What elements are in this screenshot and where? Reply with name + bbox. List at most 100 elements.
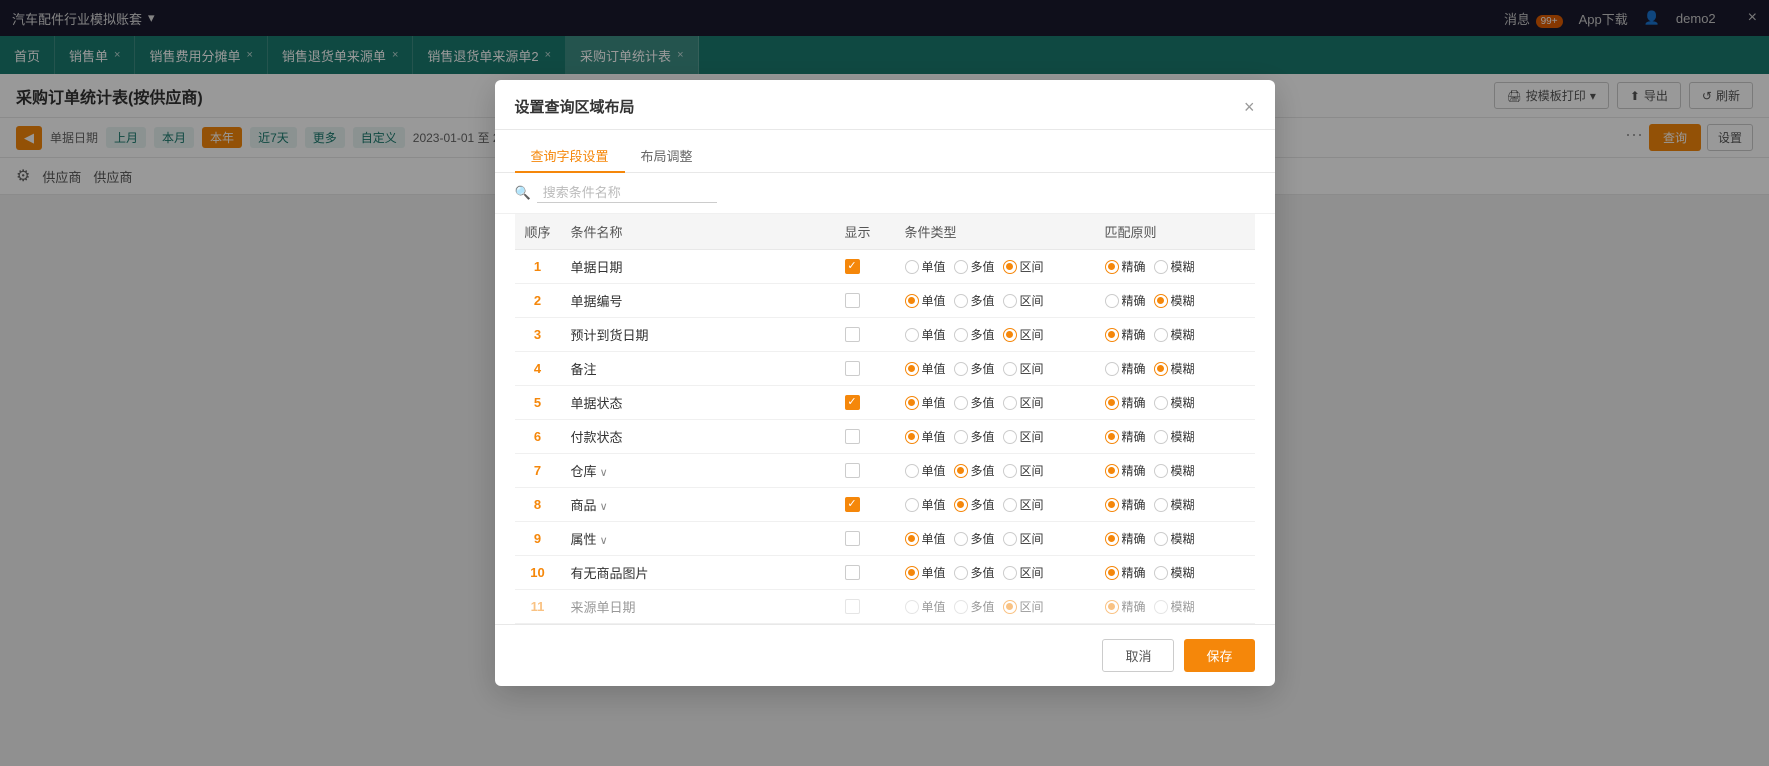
- radio-rule-模糊[interactable]: 模糊: [1154, 564, 1195, 581]
- checkbox[interactable]: [845, 565, 860, 580]
- dialog-tab-query-fields[interactable]: 查询字段设置: [515, 140, 625, 173]
- radio-label: 单值: [922, 292, 946, 309]
- row-display-checkbox[interactable]: [835, 522, 895, 556]
- row-type-radios: 单值多值区间: [895, 522, 1095, 556]
- radio-rule-精确[interactable]: 精确: [1105, 292, 1146, 309]
- radio-type-区间[interactable]: 区间: [1003, 360, 1044, 377]
- radio-circle: [1105, 260, 1119, 274]
- radio-type-单值[interactable]: 单值: [905, 360, 946, 377]
- radio-type-多值[interactable]: 多值: [954, 394, 995, 411]
- radio-type-区间[interactable]: 区间: [1003, 394, 1044, 411]
- radio-type-单值[interactable]: 单值: [905, 564, 946, 581]
- radio-type-多值[interactable]: 多值: [954, 598, 995, 615]
- radio-label: 区间: [1020, 292, 1044, 309]
- radio-type-区间[interactable]: 区间: [1003, 564, 1044, 581]
- radio-type-区间[interactable]: 区间: [1003, 530, 1044, 547]
- radio-rule-精确[interactable]: 精确: [1105, 428, 1146, 445]
- row-display-checkbox[interactable]: [835, 590, 895, 624]
- radio-rule-精确[interactable]: 精确: [1105, 598, 1146, 615]
- row-display-checkbox[interactable]: [835, 556, 895, 590]
- radio-circle: [1003, 498, 1017, 512]
- radio-type-单值[interactable]: 单值: [905, 258, 946, 275]
- row-display-checkbox[interactable]: [835, 386, 895, 420]
- checkbox[interactable]: [845, 395, 860, 410]
- radio-rule-模糊[interactable]: 模糊: [1154, 326, 1195, 343]
- radio-rule-模糊[interactable]: 模糊: [1154, 530, 1195, 547]
- radio-rule-精确[interactable]: 精确: [1105, 564, 1146, 581]
- radio-type-区间[interactable]: 区间: [1003, 428, 1044, 445]
- radio-type-单值[interactable]: 单值: [905, 326, 946, 343]
- radio-rule-模糊[interactable]: 模糊: [1154, 598, 1195, 615]
- radio-rule-精确[interactable]: 精确: [1105, 496, 1146, 513]
- radio-type-单值[interactable]: 单值: [905, 530, 946, 547]
- radio-type-多值[interactable]: 多值: [954, 530, 995, 547]
- radio-type-区间[interactable]: 区间: [1003, 496, 1044, 513]
- dialog-footer: 取消 保存: [495, 624, 1275, 686]
- radio-label: 模糊: [1171, 598, 1195, 615]
- row-display-checkbox[interactable]: [835, 284, 895, 318]
- row-type-radios: 单值多值区间: [895, 556, 1095, 590]
- radio-rule-模糊[interactable]: 模糊: [1154, 428, 1195, 445]
- row-display-checkbox[interactable]: [835, 250, 895, 284]
- radio-circle: [905, 498, 919, 512]
- radio-circle: [905, 600, 919, 614]
- checkbox[interactable]: [845, 531, 860, 546]
- radio-label: 多值: [971, 360, 995, 377]
- radio-label: 精确: [1122, 598, 1146, 615]
- radio-type-多值[interactable]: 多值: [954, 462, 995, 479]
- radio-label: 多值: [971, 428, 995, 445]
- radio-type-单值[interactable]: 单值: [905, 496, 946, 513]
- radio-type-区间[interactable]: 区间: [1003, 326, 1044, 343]
- checkbox[interactable]: [845, 259, 860, 274]
- radio-type-单值[interactable]: 单值: [905, 462, 946, 479]
- radio-type-多值[interactable]: 多值: [954, 564, 995, 581]
- checkbox[interactable]: [845, 429, 860, 444]
- row-display-checkbox[interactable]: [835, 420, 895, 454]
- dialog-tab-layout[interactable]: 布局调整: [625, 140, 709, 173]
- radio-type-多值[interactable]: 多值: [954, 360, 995, 377]
- checkbox[interactable]: [845, 327, 860, 342]
- radio-rule-模糊[interactable]: 模糊: [1154, 462, 1195, 479]
- dialog-close-btn[interactable]: ×: [1244, 98, 1255, 116]
- radio-label: 多值: [971, 496, 995, 513]
- radio-type-单值[interactable]: 单值: [905, 428, 946, 445]
- radio-type-单值[interactable]: 单值: [905, 394, 946, 411]
- radio-type-多值[interactable]: 多值: [954, 428, 995, 445]
- radio-type-多值[interactable]: 多值: [954, 496, 995, 513]
- row-rule-radios: 精确模糊: [1095, 352, 1255, 386]
- search-input[interactable]: [537, 183, 717, 203]
- checkbox[interactable]: [845, 361, 860, 376]
- cancel-button[interactable]: 取消: [1102, 639, 1174, 672]
- radio-type-区间[interactable]: 区间: [1003, 258, 1044, 275]
- radio-type-单值[interactable]: 单值: [905, 292, 946, 309]
- radio-label: 精确: [1122, 496, 1146, 513]
- checkbox[interactable]: [845, 599, 860, 614]
- radio-type-区间[interactable]: 区间: [1003, 598, 1044, 615]
- radio-rule-模糊[interactable]: 模糊: [1154, 394, 1195, 411]
- save-button[interactable]: 保存: [1184, 639, 1254, 672]
- radio-rule-精确[interactable]: 精确: [1105, 326, 1146, 343]
- radio-type-多值[interactable]: 多值: [954, 258, 995, 275]
- row-seq: 2: [515, 284, 561, 318]
- radio-rule-精确[interactable]: 精确: [1105, 530, 1146, 547]
- radio-rule-精确[interactable]: 精确: [1105, 394, 1146, 411]
- radio-rule-精确[interactable]: 精确: [1105, 462, 1146, 479]
- radio-rule-精确[interactable]: 精确: [1105, 360, 1146, 377]
- radio-type-区间[interactable]: 区间: [1003, 462, 1044, 479]
- radio-rule-模糊[interactable]: 模糊: [1154, 292, 1195, 309]
- radio-rule-模糊[interactable]: 模糊: [1154, 258, 1195, 275]
- checkbox[interactable]: [845, 463, 860, 478]
- radio-type-区间[interactable]: 区间: [1003, 292, 1044, 309]
- radio-type-多值[interactable]: 多值: [954, 292, 995, 309]
- radio-rule-模糊[interactable]: 模糊: [1154, 496, 1195, 513]
- row-display-checkbox[interactable]: [835, 318, 895, 352]
- row-display-checkbox[interactable]: [835, 352, 895, 386]
- checkbox[interactable]: [845, 497, 860, 512]
- checkbox[interactable]: [845, 293, 860, 308]
- radio-type-单值[interactable]: 单值: [905, 598, 946, 615]
- row-display-checkbox[interactable]: [835, 488, 895, 522]
- row-display-checkbox[interactable]: [835, 454, 895, 488]
- radio-rule-模糊[interactable]: 模糊: [1154, 360, 1195, 377]
- radio-rule-精确[interactable]: 精确: [1105, 258, 1146, 275]
- radio-type-多值[interactable]: 多值: [954, 326, 995, 343]
